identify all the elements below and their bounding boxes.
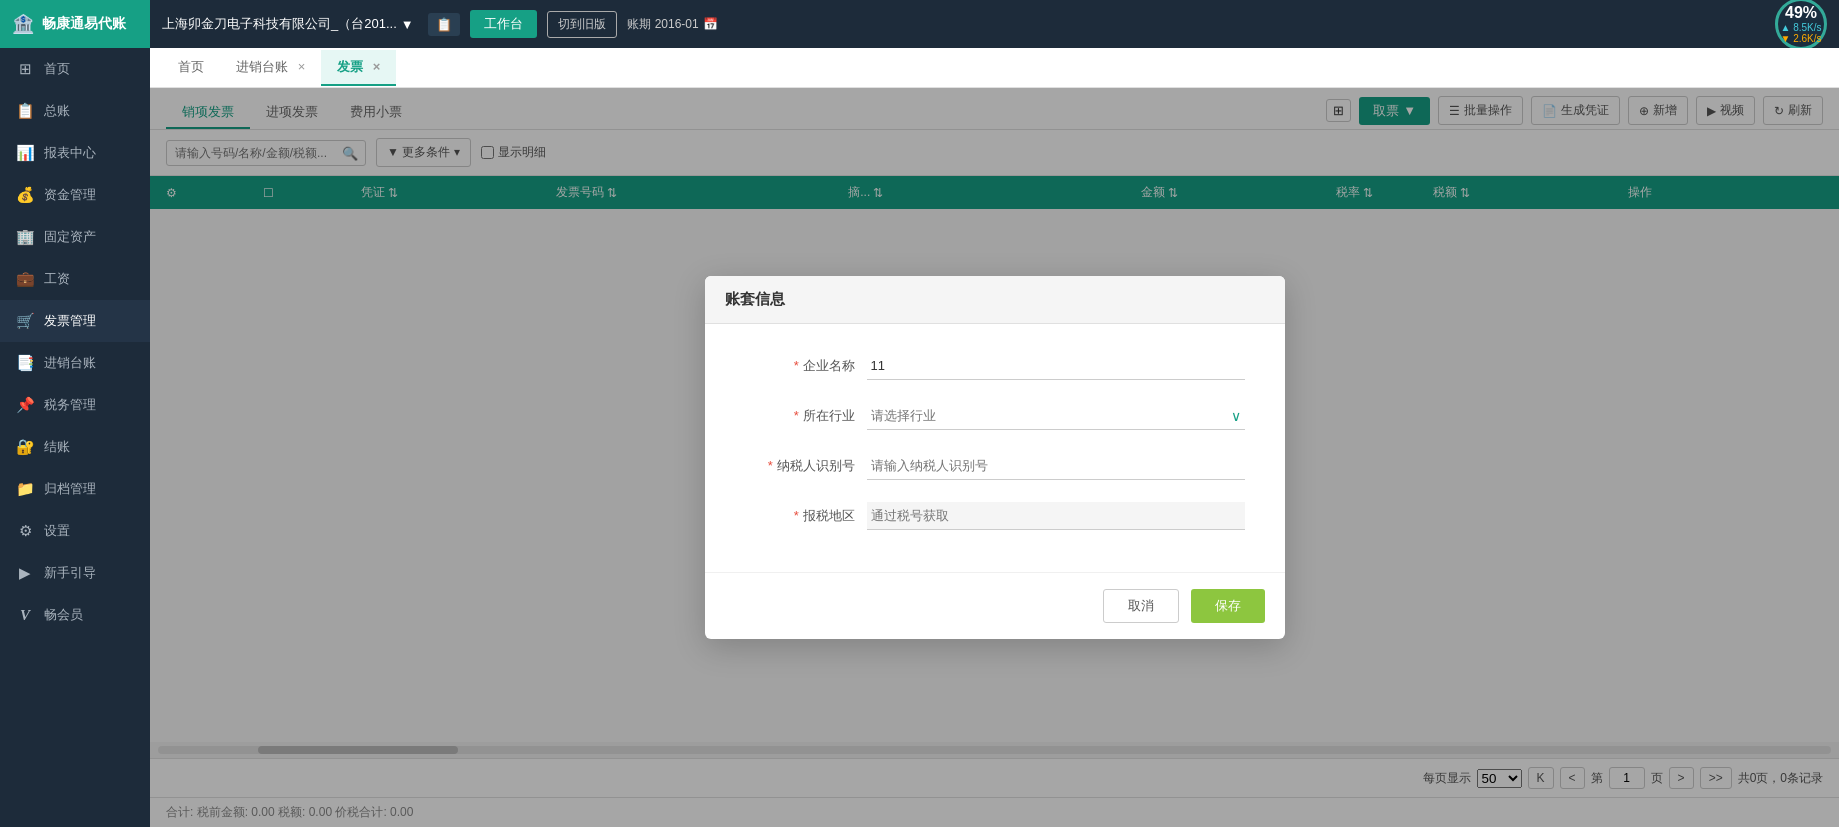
chevron-down-icon: ∨ (1231, 408, 1241, 424)
modal-header: 账套信息 (705, 276, 1285, 324)
speed-down: ▼ 2.6K/s (1780, 33, 1821, 44)
tab-home[interactable]: 首页 (162, 50, 220, 86)
sidebar-item-settings[interactable]: ⚙ 设置 (0, 510, 150, 552)
reports-icon: 📊 (16, 144, 34, 162)
tabs-bar: 首页 进销台账 × 发票 × (150, 48, 1839, 88)
tab-invoice-close[interactable]: × (373, 59, 381, 74)
tax-mgmt-icon: 📌 (16, 396, 34, 414)
salary-icon: 💼 (16, 270, 34, 288)
member-icon: V (16, 607, 34, 624)
purchase-sales-icon: 📑 (16, 354, 34, 372)
period-value: 2016-01 (655, 17, 699, 31)
funds-icon: 💰 (16, 186, 34, 204)
sidebar-item-label: 畅会员 (44, 606, 83, 624)
sidebar-item-tax-mgmt[interactable]: 📌 税务管理 (0, 384, 150, 426)
industry-select-wrap[interactable]: ∨ (867, 402, 1245, 430)
tax-id-input[interactable] (867, 452, 1245, 480)
sidebar-item-label: 首页 (44, 60, 70, 78)
sidebar-item-label: 设置 (44, 522, 70, 540)
tax-region-input (867, 502, 1245, 530)
archive-icon: 📁 (16, 480, 34, 498)
sidebar-item-purchase-sales[interactable]: 📑 进销台账 (0, 342, 150, 384)
sidebar-item-ledger[interactable]: 📋 总账 (0, 90, 150, 132)
sidebar-item-salary[interactable]: 💼 工资 (0, 258, 150, 300)
company-selector[interactable]: 上海卯金刀电子科技有限公司_（台201... ▼ (162, 15, 414, 33)
speed-indicator: 49% ▲ 8.5K/s ▼ 2.6K/s (1775, 0, 1827, 50)
form-row-tax-region: 报税地区 (745, 502, 1245, 530)
content-area: 销项发票 进项发票 费用小票 ⊞ 取票 ▼ (150, 88, 1839, 827)
invoice-mgmt-icon: 🛒 (16, 312, 34, 330)
company-name: 上海卯金刀电子科技有限公司_（台201... (162, 15, 397, 33)
period-label: 账期 (627, 16, 651, 33)
tab-purchase-sales-close[interactable]: × (298, 59, 306, 74)
copy-button[interactable]: 📋 (428, 13, 460, 36)
sidebar-item-label: 新手引导 (44, 564, 96, 582)
speed-percent: 49% (1785, 4, 1817, 22)
sidebar-item-label: 固定资产 (44, 228, 96, 246)
sidebar-item-label: 结账 (44, 438, 70, 456)
main-area: 上海卯金刀电子科技有限公司_（台201... ▼ 📋 工作台 切到旧版 账期 2… (150, 0, 1839, 827)
logo-text: 畅康通易代账 (42, 15, 126, 33)
sidebar-item-label: 总账 (44, 102, 70, 120)
switch-old-version-button[interactable]: 切到旧版 (547, 11, 617, 38)
form-row-tax-id: 纳税人识别号 (745, 452, 1245, 480)
sidebar-item-label: 税务管理 (44, 396, 96, 414)
sidebar-item-home[interactable]: ⊞ 首页 (0, 48, 150, 90)
calendar-icon[interactable]: 📅 (703, 17, 718, 31)
modal-footer: 取消 保存 (705, 572, 1285, 639)
company-dropdown-icon: ▼ (401, 17, 414, 32)
sidebar-item-label: 进销台账 (44, 354, 96, 372)
company-name-input[interactable] (867, 352, 1245, 380)
sidebar-item-settlement[interactable]: 🔐 结账 (0, 426, 150, 468)
sidebar-item-funds[interactable]: 💰 资金管理 (0, 174, 150, 216)
logo-icon: 🏦 (12, 13, 34, 35)
modal-title: 账套信息 (725, 290, 785, 307)
topbar-icons: 📋 (428, 13, 460, 36)
save-button[interactable]: 保存 (1191, 589, 1265, 623)
tax-region-label: 报税地区 (745, 507, 855, 525)
tab-purchase-sales[interactable]: 进销台账 × (220, 50, 321, 86)
modal-overlay: 账套信息 企业名称 所在行业 ∨ (150, 88, 1839, 827)
sidebar-item-label: 归档管理 (44, 480, 96, 498)
sidebar-logo: 🏦 畅康通易代账 (0, 0, 150, 48)
sidebar-item-reports[interactable]: 📊 报表中心 (0, 132, 150, 174)
sidebar-item-label: 资金管理 (44, 186, 96, 204)
sidebar-item-fixed-assets[interactable]: 🏢 固定资产 (0, 216, 150, 258)
topbar-right: 49% ▲ 8.5K/s ▼ 2.6K/s (1775, 0, 1827, 50)
modal-body: 企业名称 所在行业 ∨ 纳税人识 (705, 324, 1285, 572)
tax-id-label: 纳税人识别号 (745, 457, 855, 475)
period-display: 账期 2016-01 📅 (627, 16, 718, 33)
industry-input[interactable] (867, 402, 1245, 429)
industry-label: 所在行业 (745, 407, 855, 425)
topbar: 上海卯金刀电子科技有限公司_（台201... ▼ 📋 工作台 切到旧版 账期 2… (150, 0, 1839, 48)
sidebar-item-label: 工资 (44, 270, 70, 288)
tab-invoice[interactable]: 发票 × (321, 50, 396, 86)
fixed-assets-icon: 🏢 (16, 228, 34, 246)
sidebar-item-archive[interactable]: 📁 归档管理 (0, 468, 150, 510)
speed-up: ▲ 8.5K/s (1780, 22, 1821, 33)
form-row-company-name: 企业名称 (745, 352, 1245, 380)
sidebar-item-label: 发票管理 (44, 312, 96, 330)
home-icon: ⊞ (16, 60, 34, 78)
sidebar-item-guide[interactable]: ▶ 新手引导 (0, 552, 150, 594)
guide-icon: ▶ (16, 564, 34, 582)
sidebar-item-member[interactable]: V 畅会员 (0, 594, 150, 636)
cancel-button[interactable]: 取消 (1103, 589, 1179, 623)
settlement-icon: 🔐 (16, 438, 34, 456)
settings-icon: ⚙ (16, 522, 34, 540)
company-name-label: 企业名称 (745, 357, 855, 375)
sidebar-item-label: 报表中心 (44, 144, 96, 162)
sidebar: 🏦 畅康通易代账 ⊞ 首页 📋 总账 📊 报表中心 💰 资金管理 🏢 固定资产 … (0, 0, 150, 827)
account-info-modal: 账套信息 企业名称 所在行业 ∨ (705, 276, 1285, 639)
sidebar-item-invoice-mgmt[interactable]: 🛒 发票管理 (0, 300, 150, 342)
form-row-industry: 所在行业 ∨ (745, 402, 1245, 430)
workbench-button[interactable]: 工作台 (470, 10, 537, 38)
ledger-icon: 📋 (16, 102, 34, 120)
